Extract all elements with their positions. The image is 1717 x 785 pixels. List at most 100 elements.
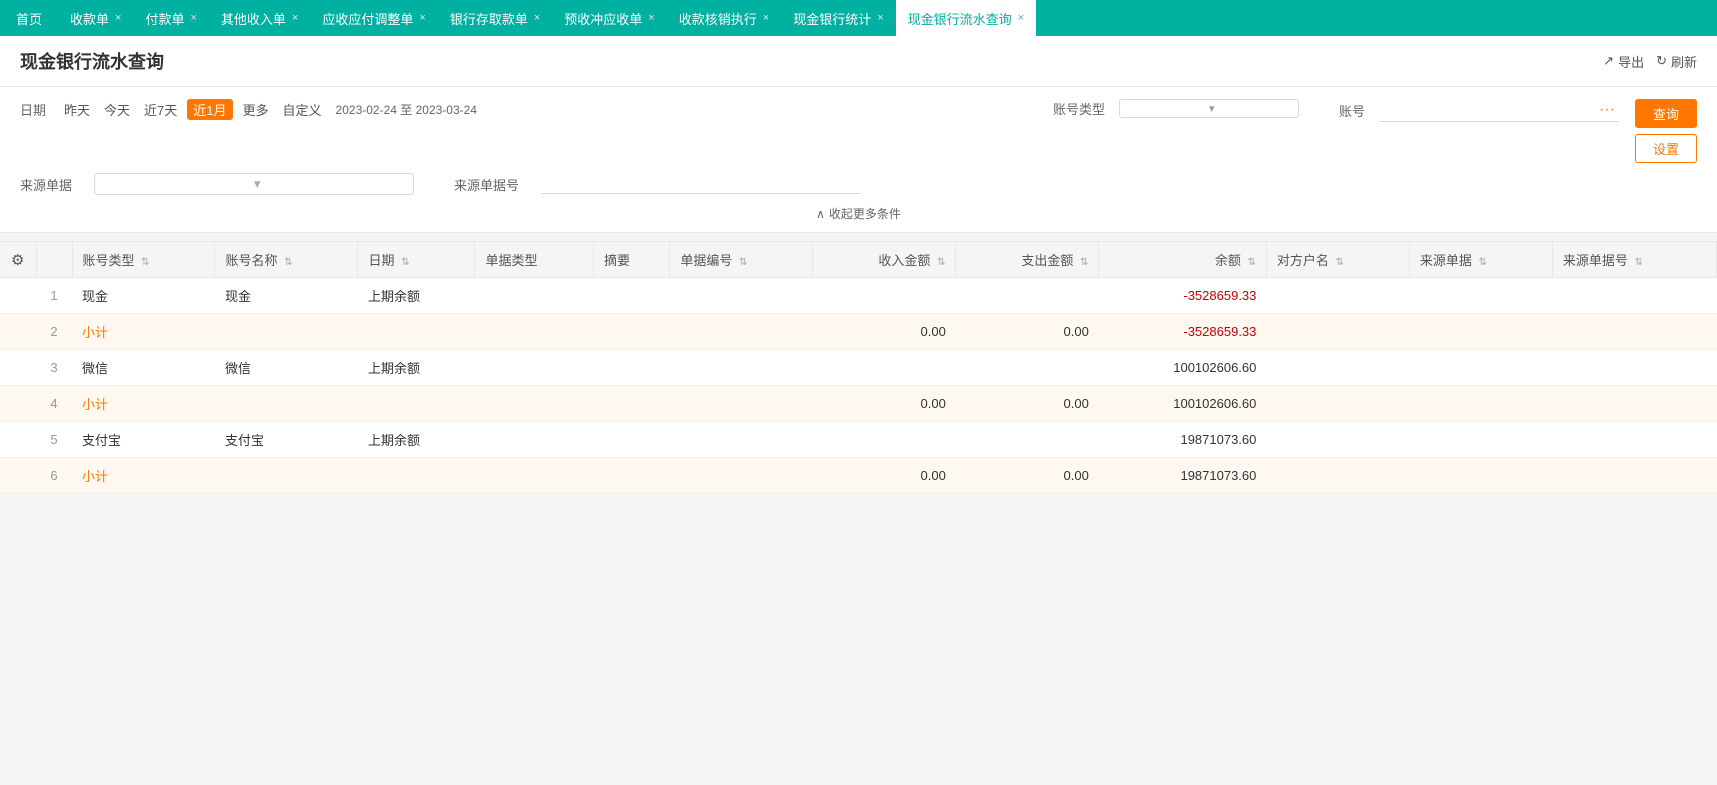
cell-source-doc-no — [1552, 422, 1716, 458]
account-input[interactable]: ··· — [1379, 99, 1619, 122]
cell-source-doc-no — [1552, 458, 1716, 494]
date-opt-more[interactable]: 更多 — [239, 99, 273, 120]
th-account-name-label: 账号名称 — [225, 253, 277, 268]
th-account-name[interactable]: 账号名称 ⇅ — [215, 242, 358, 278]
th-date[interactable]: 日期 ⇅ — [358, 242, 475, 278]
close-icon[interactable]: × — [763, 12, 769, 24]
cell-doc-no — [670, 422, 813, 458]
nav-tab-flow-query[interactable]: 现金银行流水查询 × — [896, 0, 1036, 36]
cell-summary — [594, 386, 670, 422]
nav-tab-payments[interactable]: 付款单 × — [133, 0, 208, 36]
query-button[interactable]: 查询 — [1635, 99, 1697, 128]
cell-balance: 100102606.60 — [1099, 386, 1267, 422]
cell-income — [813, 278, 956, 314]
source-doc-no-text-input[interactable] — [545, 176, 857, 191]
table-row: 6小计0.000.0019871073.60 — [0, 458, 1717, 494]
cell-expense — [956, 350, 1099, 386]
date-opt-1month[interactable]: 近1月 — [187, 99, 232, 120]
chevron-down-icon: ▾ — [1209, 102, 1290, 115]
cell-expense: 0.00 — [956, 386, 1099, 422]
date-opt-today[interactable]: 今天 — [100, 99, 134, 120]
nav-tab-bank-deposit[interactable]: 银行存取款单 × — [438, 0, 552, 36]
th-summary-label: 摘要 — [604, 253, 630, 268]
th-account-type[interactable]: 账号类型 ⇅ — [72, 242, 215, 278]
date-opt-custom[interactable]: 自定义 — [279, 99, 326, 120]
account-type-select[interactable]: ▾ — [1119, 99, 1299, 118]
cell-income — [813, 422, 956, 458]
cell-rownum: 4 — [36, 386, 72, 422]
nav-home[interactable]: 首页 — [0, 0, 58, 36]
th-expense-label: 支出金额 — [1021, 253, 1073, 268]
cell-settings — [0, 386, 36, 422]
sort-icon: ⇅ — [401, 257, 409, 268]
source-doc-no-label: 来源单据号 — [454, 175, 519, 194]
th-source-doc-no-label: 来源单据号 — [1563, 253, 1628, 268]
table-row: 2小计0.000.00-3528659.33 — [0, 314, 1717, 350]
date-options: 昨天 今天 近7天 近1月 更多 自定义 2023-02-24 至 2023-0… — [60, 99, 477, 120]
th-source-doc-label: 来源单据 — [1420, 253, 1472, 268]
cell-doc-type — [475, 350, 594, 386]
th-doc-no[interactable]: 单据编号 ⇅ — [670, 242, 813, 278]
cell-income: 0.00 — [813, 458, 956, 494]
source-doc-no-input[interactable] — [541, 174, 861, 194]
nav-tab-receipts[interactable]: 收款单 × — [58, 0, 133, 36]
th-settings[interactable]: ⚙ — [0, 242, 36, 278]
page-title: 现金银行流水查询 — [20, 48, 164, 74]
cell-account-type: 支付宝 — [72, 422, 215, 458]
close-icon[interactable]: × — [877, 12, 883, 24]
close-icon[interactable]: × — [648, 12, 654, 24]
nav-tab-verify[interactable]: 收款核销执行 × — [667, 0, 781, 36]
cell-settings — [0, 350, 36, 386]
refresh-button[interactable]: ↻ 刷新 — [1656, 52, 1697, 71]
th-doc-no-label: 单据编号 — [680, 253, 732, 268]
close-icon[interactable]: × — [419, 12, 425, 24]
cell-summary — [594, 278, 670, 314]
nav-tab-adjustment[interactable]: 应收应付调整单 × — [310, 0, 437, 36]
export-button[interactable]: ↗ 导出 — [1603, 52, 1644, 71]
sort-icon: ⇅ — [739, 257, 747, 268]
cell-account-type: 现金 — [72, 278, 215, 314]
cell-account-type: 小计 — [72, 458, 215, 494]
close-icon[interactable]: × — [292, 12, 298, 24]
cell-source-doc — [1409, 350, 1552, 386]
cell-balance: 100102606.60 — [1099, 350, 1267, 386]
export-icon: ↗ — [1603, 53, 1614, 69]
dots-icon[interactable]: ··· — [1599, 101, 1615, 119]
close-icon[interactable]: × — [534, 12, 540, 24]
source-doc-select[interactable]: ▾ — [94, 173, 414, 195]
nav-tab-prepay[interactable]: 预收冲应收单 × — [552, 0, 666, 36]
date-opt-7days[interactable]: 近7天 — [140, 99, 181, 120]
cell-summary — [594, 422, 670, 458]
cell-source-doc — [1409, 314, 1552, 350]
cell-source-doc — [1409, 458, 1552, 494]
th-expense[interactable]: 支出金额 ⇅ — [956, 242, 1099, 278]
th-source-doc[interactable]: 来源单据 ⇅ — [1409, 242, 1552, 278]
cell-source-doc-no — [1552, 350, 1716, 386]
cell-balance: -3528659.33 — [1099, 278, 1267, 314]
gear-icon[interactable]: ⚙ — [11, 252, 24, 269]
th-income-label: 收入金额 — [878, 253, 930, 268]
cell-doc-no — [670, 314, 813, 350]
close-icon[interactable]: × — [1018, 12, 1024, 24]
sort-icon: ⇅ — [141, 257, 149, 268]
cell-account-name — [215, 314, 358, 350]
close-icon[interactable]: × — [190, 12, 196, 24]
cell-account-name — [215, 458, 358, 494]
chevron-down-icon: ▾ — [254, 176, 405, 192]
th-counterparty[interactable]: 对方户名 ⇅ — [1266, 242, 1409, 278]
th-balance[interactable]: 余额 ⇅ — [1099, 242, 1267, 278]
th-source-doc-no[interactable]: 来源单据号 ⇅ — [1552, 242, 1716, 278]
nav-tab-statistics[interactable]: 现金银行统计 × — [781, 0, 895, 36]
th-income[interactable]: 收入金额 ⇅ — [813, 242, 956, 278]
account-text-input[interactable] — [1383, 103, 1599, 118]
cell-rownum: 3 — [36, 350, 72, 386]
cell-date — [358, 314, 475, 350]
collapse-bar[interactable]: ∧ 收起更多条件 — [20, 201, 1697, 224]
close-icon[interactable]: × — [115, 12, 121, 24]
cell-doc-no — [670, 278, 813, 314]
cell-settings — [0, 278, 36, 314]
date-opt-yesterday[interactable]: 昨天 — [60, 99, 94, 120]
settings-button[interactable]: 设置 — [1635, 134, 1697, 163]
sort-icon: ⇅ — [937, 257, 945, 268]
nav-tab-other-income[interactable]: 其他收入单 × — [209, 0, 310, 36]
